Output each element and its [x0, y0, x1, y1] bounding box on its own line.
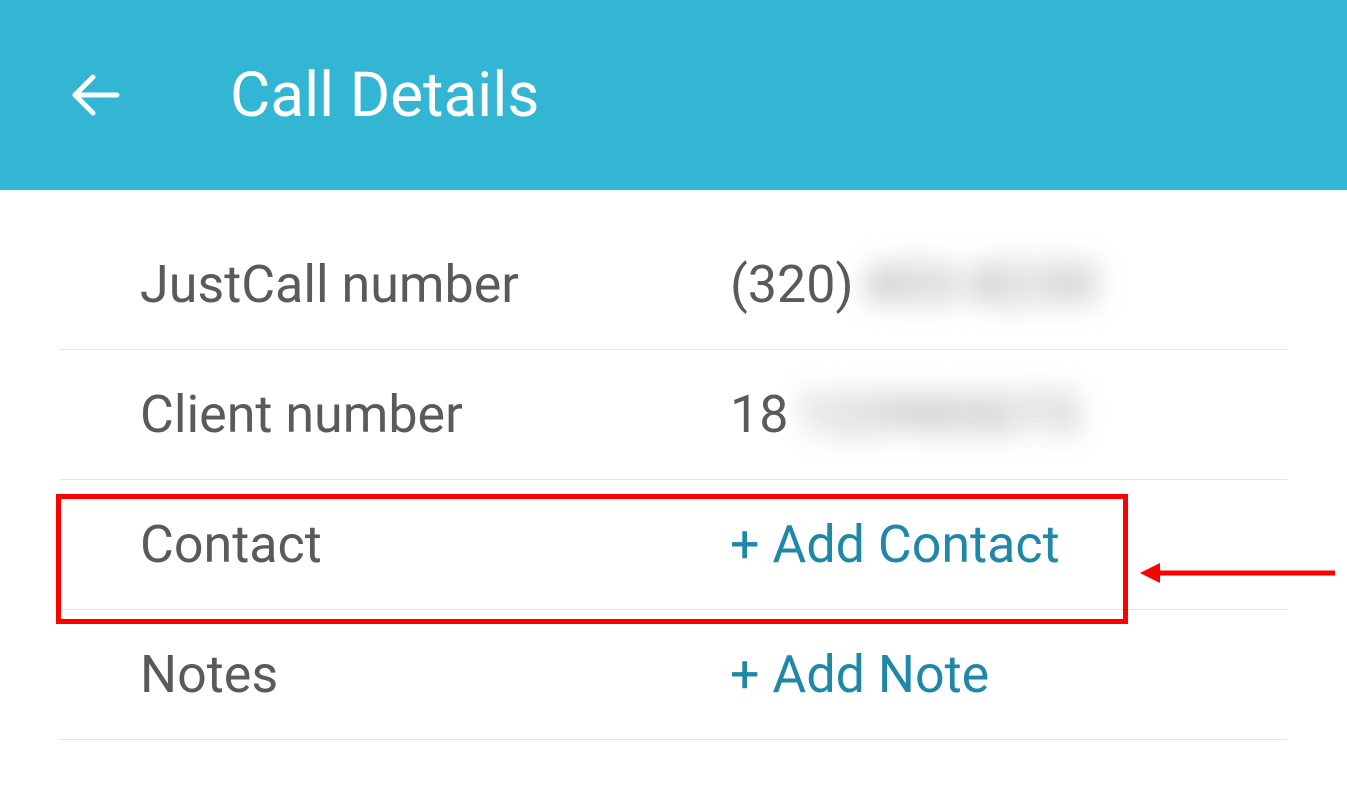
client-number-prefix: 18: [730, 384, 788, 445]
justcall-number-redacted: 403-8230: [864, 254, 1099, 315]
label-notes: Notes: [140, 644, 730, 705]
row-justcall-number: JustCall number (320) 403-8230: [60, 220, 1287, 350]
justcall-number-prefix: (320): [730, 254, 854, 315]
value-client-number: 18 123985073: [730, 384, 1079, 445]
value-justcall-number: (320) 403-8230: [730, 254, 1099, 315]
row-contact: Contact + Add Contact: [60, 480, 1287, 610]
arrow-left-icon: [65, 65, 125, 125]
label-client-number: Client number: [140, 384, 730, 445]
add-contact-button[interactable]: + Add Contact: [730, 514, 1060, 575]
client-number-redacted: 123985073: [798, 384, 1079, 445]
page-title: Call Details: [230, 59, 539, 132]
add-note-button[interactable]: + Add Note: [730, 644, 989, 705]
row-client-number: Client number 18 123985073: [60, 350, 1287, 480]
row-notes: Notes + Add Note: [60, 610, 1287, 740]
back-button[interactable]: [60, 60, 130, 130]
content-area: JustCall number (320) 403-8230 Client nu…: [0, 190, 1347, 740]
header-bar: Call Details: [0, 0, 1347, 190]
label-justcall-number: JustCall number: [140, 254, 730, 315]
label-contact: Contact: [140, 514, 730, 575]
